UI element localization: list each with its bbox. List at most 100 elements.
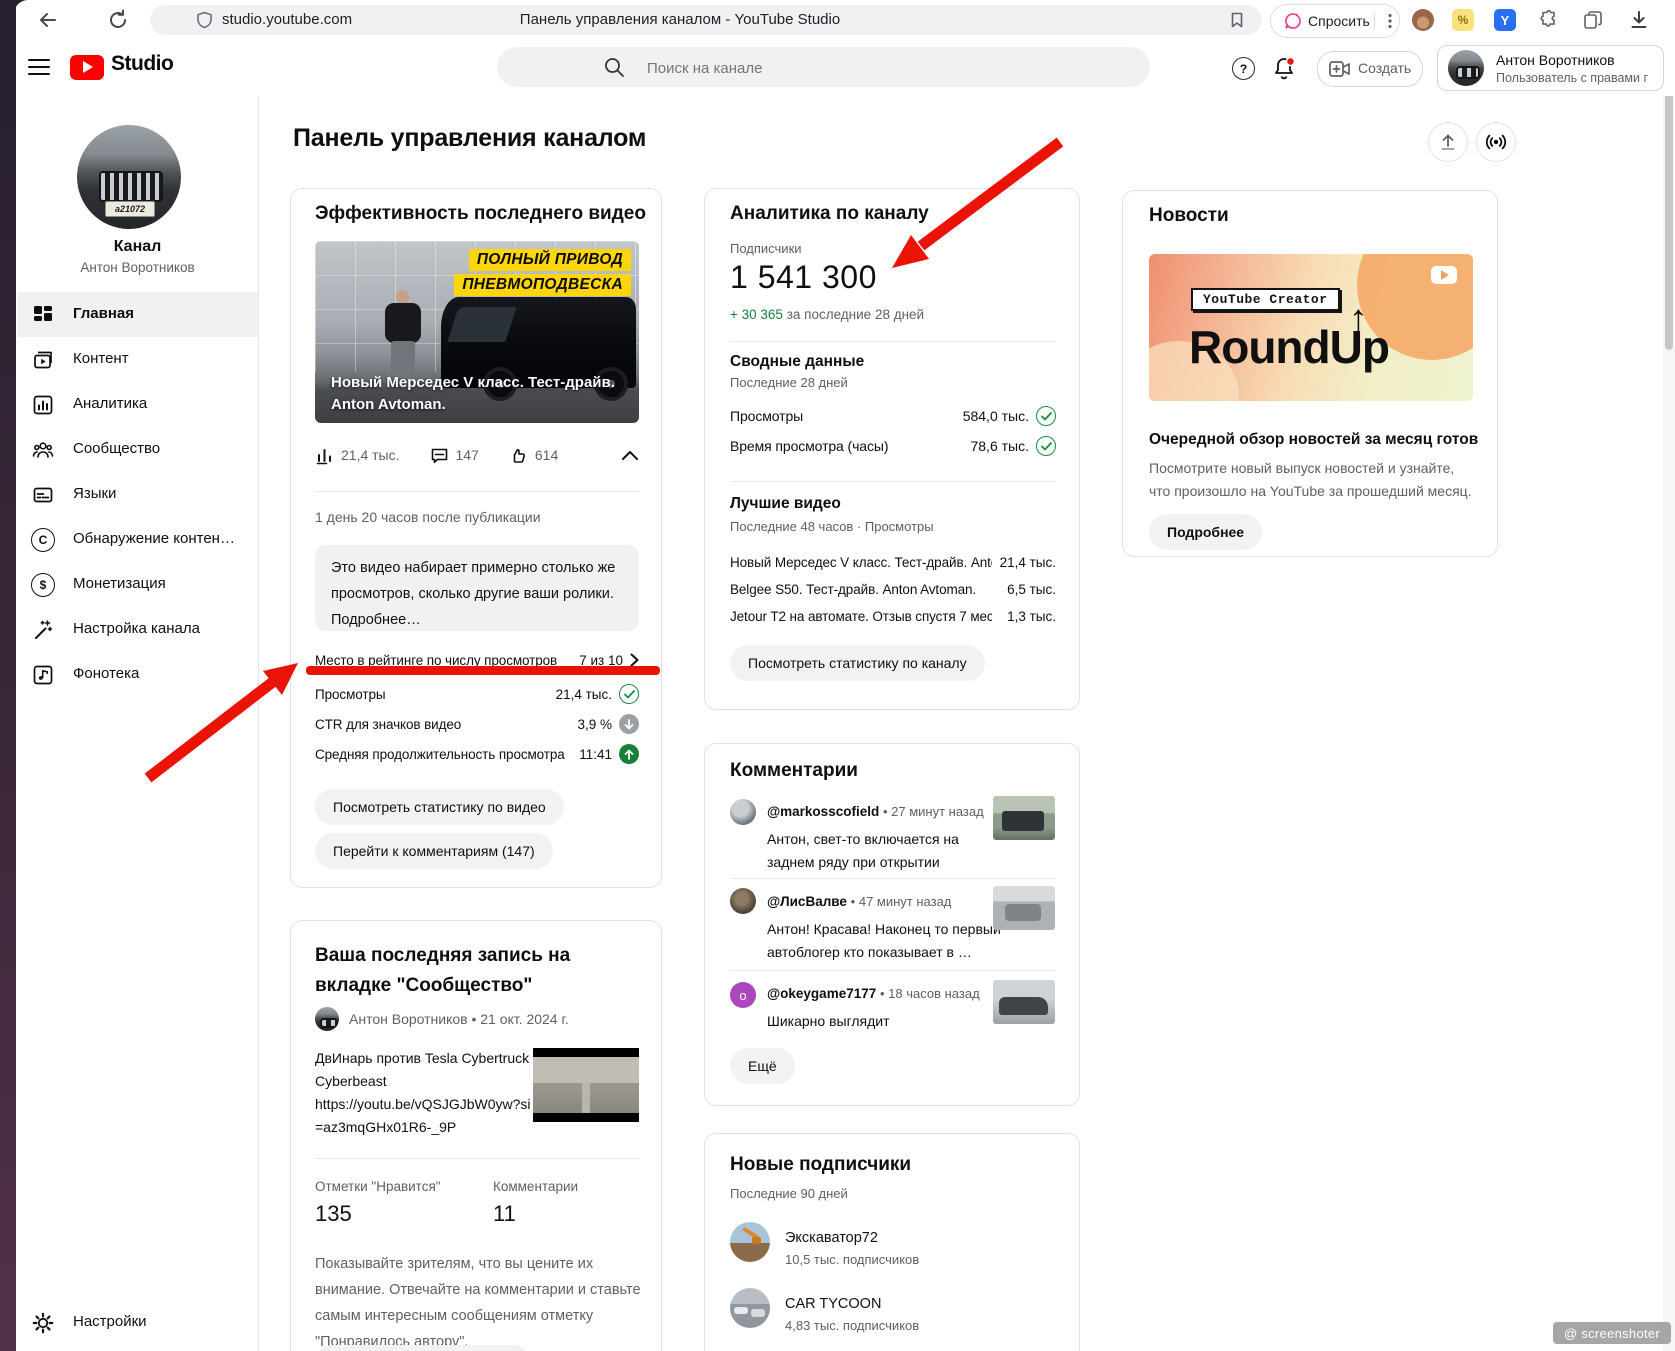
channel-search-bar[interactable] [497,47,1150,89]
post-link[interactable]: https://youtu.be/vQSJGJbW0yw?si=az3mqGHx… [315,1096,531,1135]
magic-wand-icon [35,620,53,639]
channel-stats-button[interactable]: Посмотреть статистику по каналу [730,645,985,681]
page-tab-title: Панель управления каналом - YouTube Stud… [519,11,841,28]
comment-video-thumbnail[interactable] [993,886,1055,930]
metric-row-ranking[interactable]: Место в рейтинге по числу просмотров 7 и… [315,649,639,671]
news-body: Посмотрите новый выпуск новостей и узнай… [1149,460,1472,499]
upload-button[interactable] [1428,122,1468,162]
video-age-text: 1 день 20 часов после публикации [315,509,541,525]
help-icon[interactable]: ? [1232,57,1255,80]
top-videos-title: Лучшие видео [730,495,841,512]
thumbnail-caption: Новый Мерседес V класс. Тест-драйв. [331,374,615,391]
comment-video-thumbnail[interactable] [993,796,1055,840]
card-title: Новости [1149,205,1229,226]
top-video-row[interactable]: Новый Мерседес V класс. Тест-драйв. Anto… [730,551,1056,573]
channel-avatar[interactable]: а21072 [77,125,181,229]
commenter-avatar[interactable] [730,799,756,825]
notifications-bell-icon[interactable] [1271,55,1297,83]
thumbnail-badge: ПНЕВМОПОДВЕСКА [454,274,631,296]
divider [730,878,1056,879]
comment-handle-row[interactable]: @markosscofield • 27 минут назад [767,804,984,819]
subscribers-label: Подписчики [730,241,802,256]
site-security-icon[interactable] [196,11,213,29]
post-thumbnail[interactable] [533,1048,639,1122]
community-icon [32,442,54,458]
search-input[interactable] [645,47,1079,89]
sidebar-item-settings[interactable]: Настройки [17,1300,258,1345]
sidebar-item-content[interactable]: Контент [17,337,258,382]
subscriber-count: 10,5 тыс. подписчиков [785,1252,920,1267]
video-thumbnail[interactable]: ПОЛНЫЙ ПРИВОД ПНЕВМОПОДВЕСКА Новый Мерсе… [315,241,639,423]
comment-text: Антон! Красава! Наконец то первый автобл… [767,921,1001,960]
sidebar-item-customization[interactable]: Настройка канала [17,607,258,652]
browser-ask-button[interactable]: Спросить [1270,4,1400,38]
subscriber-name[interactable]: CAR TYCOON [785,1296,881,1312]
summary-row-watchtime: Время просмотра (часы) 78,6 тыс. [730,435,1056,457]
divider [730,481,1056,482]
arrow-up-green-icon [619,744,639,764]
subscriber-avatar[interactable] [730,1288,770,1328]
collections-icon[interactable] [1582,9,1604,31]
top-video-row[interactable]: Belgee S50. Тест-драйв. Anton Avtoman. 6… [730,578,1056,600]
news-more-button[interactable]: Подробнее [1149,514,1263,550]
extension-yandex-icon[interactable]: Y [1494,9,1516,31]
top-video-row[interactable]: Jetour T2 на автомате. Отзыв спустя 7 ме… [730,605,1056,627]
sidebar-item-community[interactable]: Сообщество [17,427,258,472]
license-plate-text: а21072 [114,204,146,215]
partial-button[interactable] [315,1345,531,1351]
sidebar-item-label: Настройка канала [73,620,200,637]
youtube-logo-icon[interactable] [70,55,104,80]
extension-percent-icon[interactable]: % [1452,9,1474,31]
sidebar-item-label: Контент [73,350,129,367]
menu-hamburger-icon[interactable] [28,58,50,76]
subtitles-icon [33,487,53,503]
browser-back-icon[interactable] [36,8,60,32]
bookmark-icon[interactable] [1228,11,1246,29]
news-banner[interactable]: YouTube Creator Round ↑ Up [1149,254,1473,401]
sidebar-item-subtitles[interactable]: Языки [17,472,258,517]
sidebar-item-analytics[interactable]: Аналитика [17,382,258,427]
extension-bear-icon[interactable] [1412,9,1434,31]
banner-title: Round ↑ Up [1189,298,1390,373]
comments-value: 11 [493,1201,516,1226]
video-stats-button[interactable]: Посмотреть статистику по видео [315,789,564,825]
metric-row-views: Просмотры 21,4 тыс. [315,683,639,705]
url-text[interactable]: studio.youtube.com [222,11,352,28]
account-chip[interactable]: Антон Воротников Пользователь с правами … [1437,45,1664,91]
sidebar-item-monetization[interactable]: $ Монетизация [17,562,258,607]
collapse-chevron-up-icon[interactable] [621,449,639,461]
music-note-icon [33,665,53,685]
more-comments-button[interactable]: Ещё [730,1048,795,1084]
studio-logo-text[interactable]: Studio [111,52,174,76]
watermark: @ screenshoter [1553,1322,1671,1344]
downloads-icon[interactable] [1628,9,1650,31]
sidebar-item-label: Монетизация [73,575,166,592]
subscriber-avatar[interactable] [730,1222,770,1262]
comment-handle-row[interactable]: @ЛисВалве • 47 минут назад [767,894,951,909]
browser-reload-icon[interactable] [106,8,130,32]
scrollbar-thumb[interactable] [1665,60,1673,350]
go-to-comments-button[interactable]: Перейти к комментариям (147) [315,833,553,869]
go-live-button[interactable] [1476,122,1516,162]
likes-label: Отметки "Нравится" [315,1179,441,1194]
extensions-puzzle-icon[interactable] [1538,9,1560,31]
sidebar-item-audio-library[interactable]: Фонотека [17,652,258,697]
comment-video-thumbnail[interactable] [993,980,1055,1024]
ask-menu-icon[interactable] [1381,12,1399,30]
post-author-row: Антон Воротников • 21 окт. 2024 г. [349,1011,569,1027]
ask-divider [1374,12,1375,30]
top-videos-period: Последние 48 часов · Просмотры [730,519,934,534]
sidebar-item-dashboard[interactable]: Главная [17,292,258,337]
sidebar-item-copyright[interactable]: C Обнаружение контен… [17,517,258,562]
subscriber-name[interactable]: Экскаватор72 [785,1230,878,1246]
likes-stat: 614 [509,446,558,465]
commenter-avatar[interactable]: o [730,982,756,1008]
commenter-avatar[interactable] [730,888,756,914]
create-button[interactable]: Создать [1317,51,1423,87]
youtube-play-icon [1431,266,1457,284]
comment-handle-row[interactable]: @okeygame7177 • 18 часов назад [767,986,980,1001]
ask-sparkle-icon [1285,13,1301,29]
subscriber-count: 4,83 тыс. подписчиков [785,1318,920,1333]
channel-owner: Антон Воротников [80,260,195,275]
channel-analytics-card: Аналитика по каналу Подписчики 1 541 300… [704,188,1080,710]
